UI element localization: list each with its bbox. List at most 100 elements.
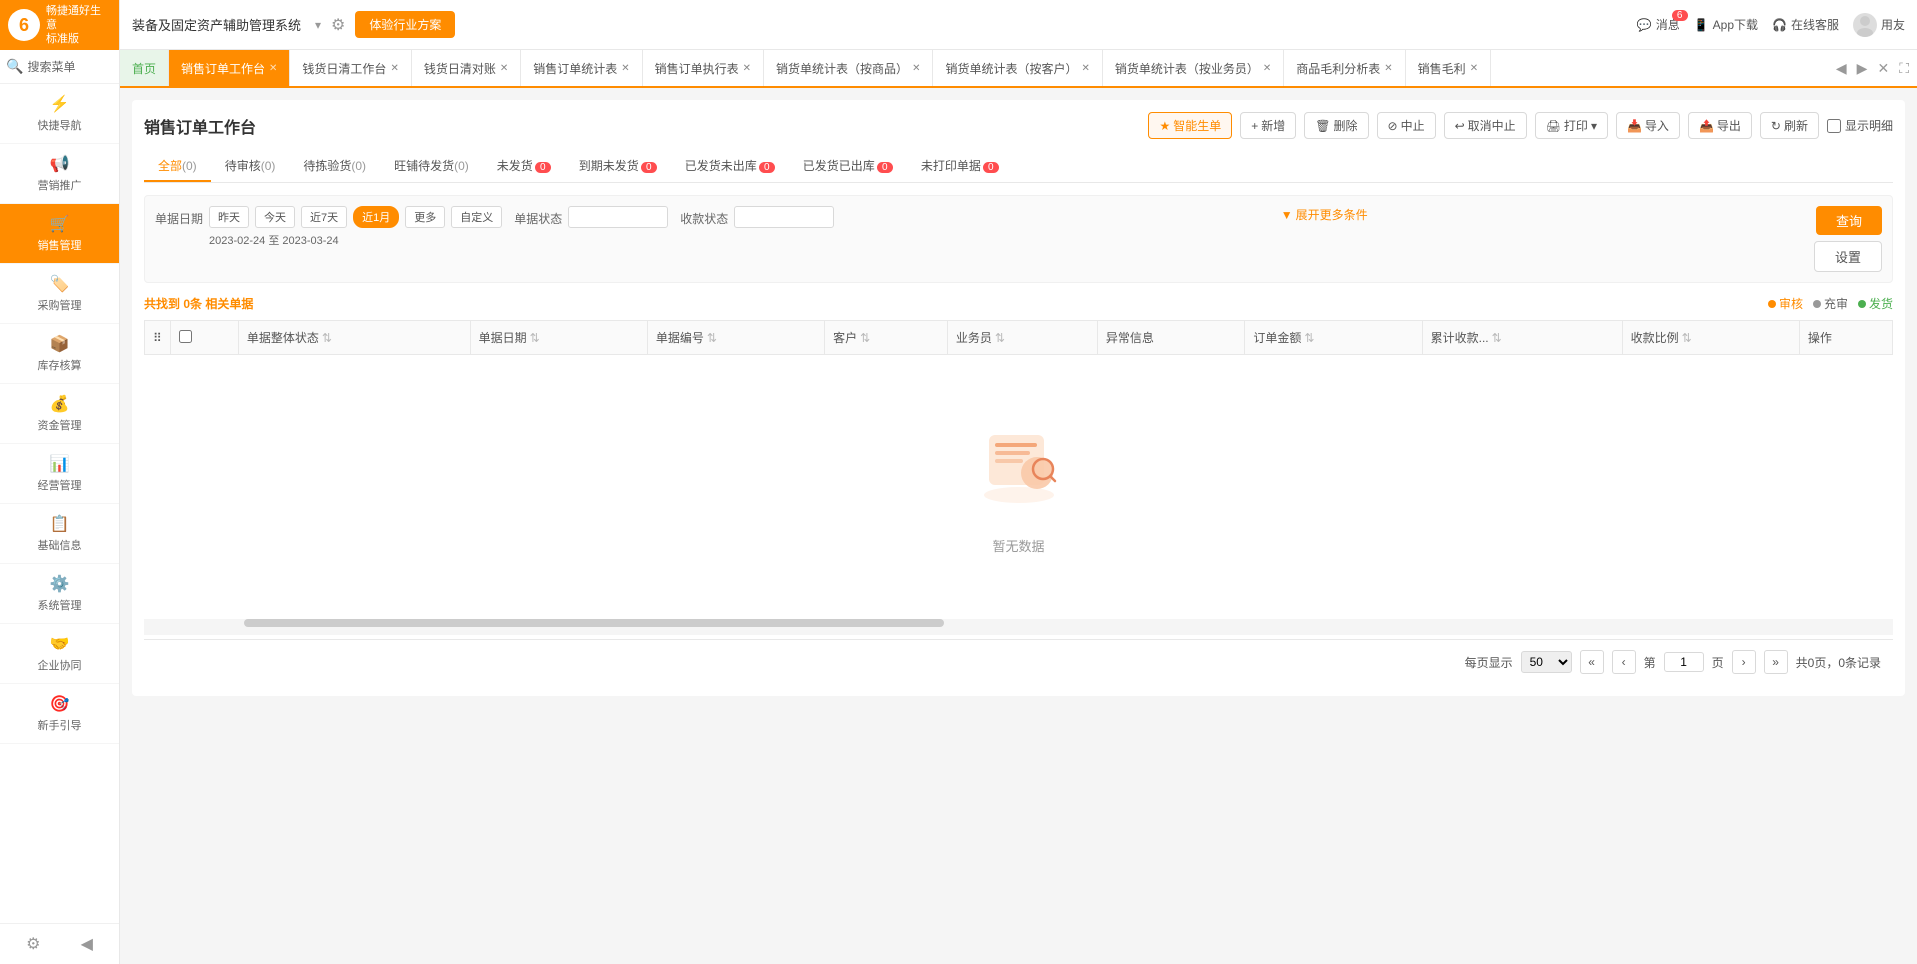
col-header-operation[interactable]: 操作 <box>1799 321 1892 355</box>
tab-sales-exec[interactable]: 销售订单执行表✕ <box>643 50 764 87</box>
sidebar-item-marketing[interactable]: 📢 营销推广 <box>0 144 119 204</box>
prev-page-btn[interactable]: ‹ <box>1612 650 1636 674</box>
show-detail-checkbox[interactable] <box>1827 119 1841 133</box>
import-btn[interactable]: 📥 导入 <box>1616 112 1680 139</box>
sort-icon-amount[interactable]: ⇅ <box>1304 331 1314 345</box>
delete-btn[interactable]: 🗑 删除 <box>1304 112 1368 139</box>
select-all-checkbox[interactable] <box>179 330 192 343</box>
sub-tab-shipped-not-out[interactable]: 已发货未出库0 <box>671 151 789 182</box>
message-btn[interactable]: 💬 消息 6 <box>1637 16 1680 33</box>
sort-icon-date[interactable]: ⇅ <box>530 331 540 345</box>
settings-gear-icon[interactable]: ⚙ <box>331 15 345 35</box>
sort-icon-number[interactable]: ⇅ <box>707 331 717 345</box>
sidebar-item-basic-info[interactable]: 📋 基础信息 <box>0 504 119 564</box>
payment-select[interactable] <box>734 206 834 228</box>
cancel-stop-btn[interactable]: ↩ 取消中止 <box>1444 112 1527 139</box>
next-page-btn[interactable]: › <box>1732 650 1756 674</box>
last-page-btn[interactable]: » <box>1764 650 1788 674</box>
tab-sales-by-staff[interactable]: 销货单统计表（按业务员）✕ <box>1103 50 1284 87</box>
tab-close-all-btn[interactable]: ✕ <box>1875 58 1891 79</box>
sidebar-item-guide[interactable]: 🎯 新手引导 <box>0 684 119 744</box>
col-header-staff[interactable]: 业务员⇅ <box>947 321 1097 355</box>
tab-close-sales-by-product[interactable]: ✕ <box>912 63 920 74</box>
ship-quick-btn[interactable]: 发货 <box>1858 295 1893 312</box>
sub-tab-all[interactable]: 全部(0) <box>144 151 211 182</box>
experience-btn[interactable]: 体验行业方案 <box>355 11 455 38</box>
expand-filter-btn[interactable]: ▼ 展开更多条件 <box>1281 206 1368 223</box>
sidebar-search[interactable]: 🔍 搜索菜单 <box>0 50 119 84</box>
tab-cash-clear[interactable]: 钱货日清工作台✕ <box>290 50 411 87</box>
sort-icon-collected[interactable]: ⇅ <box>1492 331 1502 345</box>
per-page-select[interactable]: 50 10 20 100 <box>1521 651 1572 673</box>
export-btn[interactable]: 📤 导出 <box>1688 112 1752 139</box>
sidebar-item-system[interactable]: ⚙️ 系统管理 <box>0 564 119 624</box>
sort-icon-ratio[interactable]: ⇅ <box>1682 331 1692 345</box>
tab-close-sales-order[interactable]: ✕ <box>269 63 277 74</box>
tab-close-cash-reconcile[interactable]: ✕ <box>500 63 508 74</box>
tab-close-sales-by-customer[interactable]: ✕ <box>1081 63 1089 74</box>
set-btn[interactable]: 设置 <box>1814 241 1882 272</box>
date-filter-btn-近1月[interactable]: 近1月 <box>353 206 399 228</box>
col-header-customer[interactable]: 客户⇅ <box>825 321 948 355</box>
scroll-bar-area[interactable] <box>144 619 1893 635</box>
tab-margin-analysis[interactable]: 商品毛利分析表✕ <box>1284 50 1405 87</box>
date-filter-btn-更多[interactable]: 更多 <box>405 206 445 228</box>
tab-sales-profit[interactable]: 销售毛利✕ <box>1406 50 1491 87</box>
tab-close-cash-clear[interactable]: ✕ <box>390 63 398 74</box>
sidebar-item-sales[interactable]: 🛒 销售管理 <box>0 204 119 264</box>
tab-cash-reconcile[interactable]: 钱货日清对账✕ <box>412 50 521 87</box>
date-filter-btn-自定义[interactable]: 自定义 <box>451 206 502 228</box>
sub-tab-wangpu-ship[interactable]: 旺铺待发货(0) <box>380 151 483 182</box>
sidebar-item-purchase[interactable]: 🏷️ 采购管理 <box>0 264 119 324</box>
tab-close-sales-exec[interactable]: ✕ <box>743 63 751 74</box>
sidebar-item-quick-nav[interactable]: ⚡ 快捷导航 <box>0 84 119 144</box>
sub-tab-not-printed[interactable]: 未打印单据0 <box>907 151 1013 182</box>
tab-fullscreen-btn[interactable]: ⛶ <box>1897 58 1911 79</box>
tab-prev-btn[interactable]: ◀ <box>1834 58 1849 79</box>
tab-close-margin-analysis[interactable]: ✕ <box>1384 63 1392 74</box>
date-filter-btn-昨天[interactable]: 昨天 <box>209 206 249 228</box>
sort-icon-customer[interactable]: ⇅ <box>860 331 870 345</box>
sidebar-item-inventory[interactable]: 📦 库存核算 <box>0 324 119 384</box>
tab-next-btn[interactable]: ▶ <box>1855 58 1870 79</box>
col-header-status[interactable]: 单据整体状态⇅ <box>238 321 470 355</box>
tab-sales-by-customer[interactable]: 销货单统计表（按客户）✕ <box>933 50 1102 87</box>
tab-close-sales-profit[interactable]: ✕ <box>1470 63 1478 74</box>
tab-close-sales-stat[interactable]: ✕ <box>621 63 629 74</box>
dropdown-arrow-icon[interactable]: ▾ <box>315 18 321 32</box>
new-btn[interactable]: + 新增 <box>1240 112 1296 139</box>
tab-sales-by-product[interactable]: 销货单统计表（按商品）✕ <box>764 50 933 87</box>
sub-tab-shipped-out[interactable]: 已发货已出库0 <box>789 151 907 182</box>
settings-icon[interactable]: ⚙ <box>26 934 40 954</box>
stop-btn[interactable]: ⊘ 中止 <box>1377 112 1436 139</box>
audit-quick-btn[interactable]: 审核 <box>1768 295 1803 312</box>
sub-tab-pending-check[interactable]: 待拣验货(0) <box>289 151 380 182</box>
page-input[interactable] <box>1664 652 1704 672</box>
cancel-audit-quick-btn[interactable]: 充审 <box>1813 295 1848 312</box>
smart-gen-btn[interactable]: ★ 智能生单 <box>1148 112 1232 139</box>
tab-sales-order[interactable]: 销售订单工作台✕ <box>169 50 290 87</box>
sidebar-item-finance[interactable]: 💰 资金管理 <box>0 384 119 444</box>
refresh-btn[interactable]: ↻ 刷新 <box>1760 112 1819 139</box>
online-service-btn[interactable]: 🎧 在线客服 <box>1772 16 1839 33</box>
collapse-icon[interactable]: ◀ <box>81 934 93 954</box>
sort-icon-status[interactable]: ⇅ <box>322 331 332 345</box>
col-header-date[interactable]: 单据日期⇅ <box>470 321 647 355</box>
col-header-collected[interactable]: 累计收款...⇅ <box>1422 321 1622 355</box>
status-select[interactable] <box>568 206 668 228</box>
col-header-ratio[interactable]: 收款比例⇅ <box>1622 321 1799 355</box>
sort-icon-staff[interactable]: ⇅ <box>995 331 1005 345</box>
sidebar-item-enterprise[interactable]: 🤝 企业协同 <box>0 624 119 684</box>
first-page-btn[interactable]: « <box>1580 650 1604 674</box>
date-filter-btn-近7天[interactable]: 近7天 <box>301 206 347 228</box>
tab-close-sales-by-staff[interactable]: ✕ <box>1263 63 1271 74</box>
user-info-btn[interactable]: 用友 <box>1853 13 1905 37</box>
app-download-btn[interactable]: 📱 App下载 <box>1694 16 1758 33</box>
col-header-exception[interactable]: 异常信息 <box>1097 321 1245 355</box>
sub-tab-not-shipped[interactable]: 未发货0 <box>483 151 565 182</box>
sub-tab-overdue-ship[interactable]: 到期未发货0 <box>565 151 671 182</box>
col-header-amount[interactable]: 订单金额⇅ <box>1245 321 1422 355</box>
col-header-number[interactable]: 单据编号⇅ <box>647 321 824 355</box>
tab-sales-stat[interactable]: 销售订单统计表✕ <box>521 50 642 87</box>
print-btn[interactable]: 🖨 打印 ▾ <box>1535 112 1608 139</box>
